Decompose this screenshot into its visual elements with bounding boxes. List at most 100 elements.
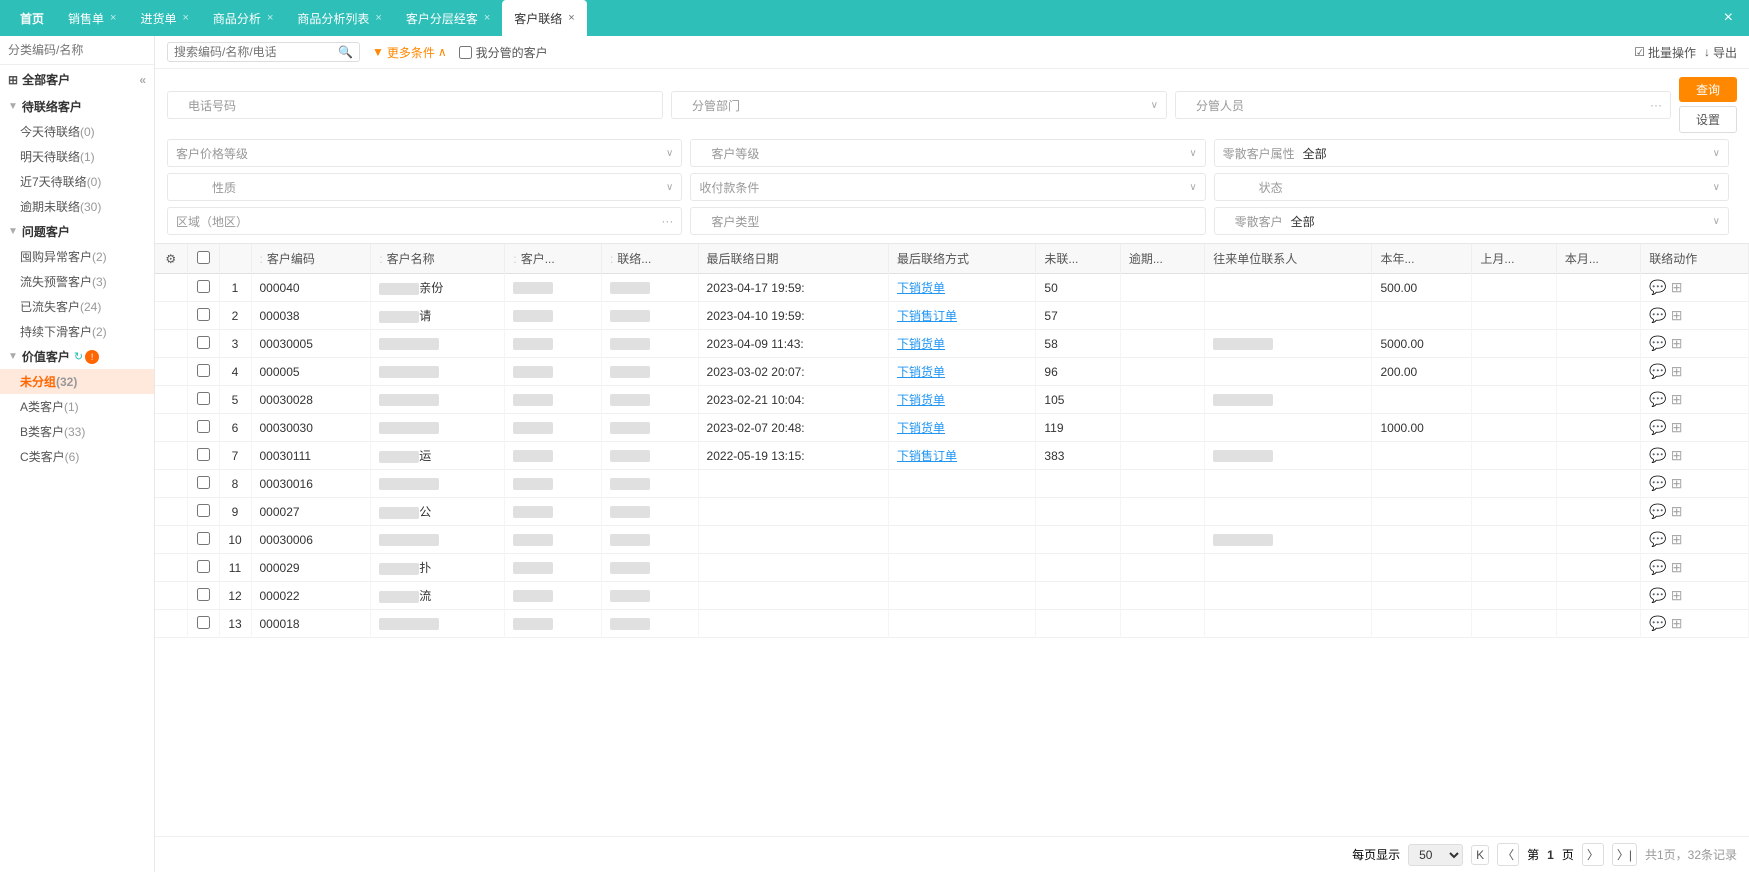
row-checkbox[interactable] <box>197 364 210 377</box>
filter-payment[interactable]: 收付款条件 ∨ <box>690 173 1205 201</box>
grid-action-icon[interactable]: ⊞ <box>1671 363 1683 380</box>
sidebar-all-customers[interactable]: ⊞ 全部客户 « <box>0 65 154 94</box>
cell-checkbox[interactable] <box>187 358 219 386</box>
cell-last-way[interactable]: 下销货单 <box>889 386 1036 414</box>
grid-action-icon[interactable]: ⊞ <box>1671 307 1683 324</box>
grid-action-icon[interactable]: ⊞ <box>1671 559 1683 576</box>
cell-last-way[interactable] <box>889 610 1036 638</box>
filter-department[interactable]: 分管部门 ∨ <box>671 91 1167 119</box>
filter-manager[interactable]: 分管人员 ··· <box>1175 91 1671 119</box>
cell-checkbox[interactable] <box>187 498 219 526</box>
message-icon[interactable]: 💬 <box>1649 475 1666 492</box>
cell-last-way[interactable] <box>889 554 1036 582</box>
sidebar-group-pending[interactable]: ▼ 待联络客户 <box>0 94 154 119</box>
cell-last-way[interactable] <box>889 582 1036 610</box>
export-button[interactable]: ↓ 导出 <box>1704 44 1737 61</box>
message-icon[interactable]: 💬 <box>1649 363 1666 380</box>
grid-action-icon[interactable]: ⊞ <box>1671 447 1683 464</box>
last-page-button[interactable]: 〉| <box>1612 843 1637 866</box>
cell-checkbox[interactable] <box>187 386 219 414</box>
message-icon[interactable]: 💬 <box>1649 531 1666 548</box>
reset-button[interactable]: 设置 <box>1679 106 1737 133</box>
sidebar-item-today-pending[interactable]: 今天待联络(0) <box>0 119 154 144</box>
filter-more-button[interactable]: ▼ 更多条件 ∧ <box>372 44 447 61</box>
sidebar-item-declining[interactable]: 持续下滑客户(2) <box>0 319 154 344</box>
filter-my-customers[interactable]: 我分管的客户 <box>459 44 548 61</box>
message-icon[interactable]: 💬 <box>1649 307 1666 324</box>
message-icon[interactable]: 💬 <box>1649 559 1666 576</box>
row-checkbox[interactable] <box>197 336 210 349</box>
close-customer-segment-icon[interactable]: × <box>484 12 490 24</box>
sidebar-group-problem[interactable]: ▼ 问题客户 <box>0 219 154 244</box>
grid-action-icon[interactable]: ⊞ <box>1671 391 1683 408</box>
close-product-analysis-icon[interactable]: × <box>267 12 273 24</box>
sidebar-item-ungraded[interactable]: 未分组(32) <box>0 369 154 394</box>
cell-checkbox[interactable] <box>187 470 219 498</box>
row-checkbox[interactable] <box>197 476 210 489</box>
filter-nature[interactable]: 性质 ∨ <box>167 173 682 201</box>
my-customers-checkbox[interactable] <box>459 46 472 59</box>
main-search-icon[interactable]: 🔍 <box>338 45 353 59</box>
sidebar-search-input[interactable] <box>8 43 155 57</box>
row-checkbox[interactable] <box>197 420 210 433</box>
query-button[interactable]: 查询 <box>1679 77 1737 102</box>
message-icon[interactable]: 💬 <box>1649 615 1666 632</box>
message-icon[interactable]: 💬 <box>1649 391 1666 408</box>
next-page-button[interactable]: 〉 <box>1582 843 1604 866</box>
close-purchase-icon[interactable]: × <box>182 12 188 24</box>
window-close-button[interactable]: × <box>1716 9 1741 27</box>
cell-last-way[interactable]: 下销货单 <box>889 330 1036 358</box>
filter-region[interactable]: 区域（地区） ··· <box>167 207 682 235</box>
cell-checkbox[interactable] <box>187 582 219 610</box>
sidebar-item-grade-c[interactable]: C类客户(6) <box>0 444 154 469</box>
filter-retail-attr[interactable]: 零散客户属性 全部 ∨ <box>1214 139 1729 167</box>
th-setting[interactable]: ⚙ <box>155 244 187 274</box>
sidebar-item-abnormal[interactable]: 囤购异常客户(2) <box>0 244 154 269</box>
row-checkbox[interactable] <box>197 280 210 293</box>
tab-product-analysis[interactable]: 商品分析 × <box>201 0 285 36</box>
cell-checkbox[interactable] <box>187 330 219 358</box>
sidebar-item-tomorrow-pending[interactable]: 明天待联络(1) <box>0 144 154 169</box>
tab-customer-contact[interactable]: 客户联络 × <box>502 0 586 36</box>
sidebar-item-overdue-pending[interactable]: 逾期未联络(30) <box>0 194 154 219</box>
refresh-icon[interactable]: ↻ <box>74 350 83 363</box>
sidebar-item-grade-a[interactable]: A类客户(1) <box>0 394 154 419</box>
tab-product-analysis-list[interactable]: 商品分析列表 × <box>285 0 393 36</box>
message-icon[interactable]: 💬 <box>1649 503 1666 520</box>
grid-action-icon[interactable]: ⊞ <box>1671 615 1683 632</box>
cell-last-way[interactable]: 下销货单 <box>889 274 1036 302</box>
filter-price-level[interactable]: 客户价格等级 ∨ <box>167 139 682 167</box>
tab-sales[interactable]: 销售单 × <box>56 0 128 36</box>
collapse-icon[interactable]: « <box>139 73 146 87</box>
cell-last-way[interactable]: 下销售订单 <box>889 302 1036 330</box>
th-checkbox[interactable] <box>187 244 219 274</box>
cell-checkbox[interactable] <box>187 302 219 330</box>
cell-checkbox[interactable] <box>187 274 219 302</box>
sidebar-item-week-pending[interactable]: 近7天待联络(0) <box>0 169 154 194</box>
grid-action-icon[interactable]: ⊞ <box>1671 475 1683 492</box>
sidebar-group-value[interactable]: ▼ 价值客户 ↻ ! <box>0 344 154 369</box>
close-product-analysis-list-icon[interactable]: × <box>375 12 381 24</box>
grid-action-icon[interactable]: ⊞ <box>1671 335 1683 352</box>
cell-last-way[interactable]: 下销货单 <box>889 358 1036 386</box>
cell-checkbox[interactable] <box>187 526 219 554</box>
filter-status[interactable]: 状态 ∨ <box>1214 173 1729 201</box>
message-icon[interactable]: 💬 <box>1649 587 1666 604</box>
filter-retail-customer[interactable]: 零散客户 全部 ∨ <box>1214 207 1729 235</box>
cell-last-way[interactable] <box>889 498 1036 526</box>
cell-checkbox[interactable] <box>187 610 219 638</box>
grid-action-icon[interactable]: ⊞ <box>1671 531 1683 548</box>
prev-page-button[interactable]: 〈 <box>1497 843 1519 866</box>
sidebar-item-churned[interactable]: 已流失客户(24) <box>0 294 154 319</box>
first-page-button[interactable]: K <box>1471 845 1489 865</box>
row-checkbox[interactable] <box>197 532 210 545</box>
close-sales-icon[interactable]: × <box>110 12 116 24</box>
grid-action-icon[interactable]: ⊞ <box>1671 503 1683 520</box>
grid-action-icon[interactable]: ⊞ <box>1671 419 1683 436</box>
page-size-select[interactable]: 50 100 200 <box>1408 844 1463 866</box>
sidebar-item-grade-b[interactable]: B类客户(33) <box>0 419 154 444</box>
tab-purchase[interactable]: 进货单 × <box>128 0 200 36</box>
message-icon[interactable]: 💬 <box>1649 447 1666 464</box>
row-checkbox[interactable] <box>197 504 210 517</box>
message-icon[interactable]: 💬 <box>1649 279 1666 296</box>
